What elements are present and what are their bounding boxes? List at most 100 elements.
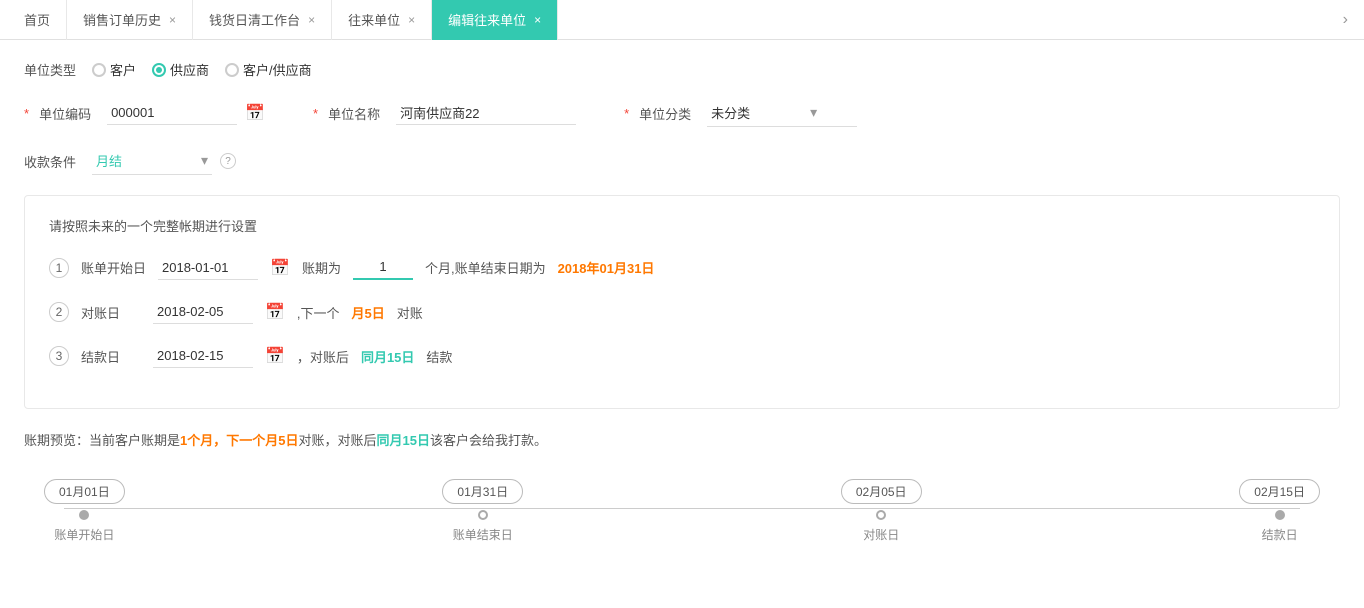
row1-suffix2: 个月,账单结束日期为 [425, 258, 546, 277]
payment-condition-label: 收款条件 [24, 152, 76, 171]
tab-home[interactable]: 首页 [8, 0, 67, 40]
row2-suffix: 对账 [397, 303, 423, 322]
unit-category-value: 未分类 [711, 103, 750, 122]
payment-date-input[interactable] [153, 344, 253, 368]
timeline-nodes: 01月01日 账单开始日 01月31日 账单结束日 02月05日 对账日 02月… [44, 479, 1320, 543]
radio-customer-label: 客户 [110, 60, 136, 79]
row-start-date: 1 账单开始日 📅 账期为 个月,账单结束日期为 2018年01月31日 [49, 255, 1315, 280]
start-date-input[interactable] [158, 256, 258, 280]
tab-partner-close[interactable]: × [408, 13, 415, 27]
payment-calendar-icon[interactable]: 📅 [265, 346, 285, 366]
tab-sales-order[interactable]: 销售订单历史 × [67, 0, 193, 40]
unit-category-group: * 单位分类 未分类 ▾ [624, 99, 857, 127]
radio-both-label: 客户/供应商 [243, 60, 312, 79]
help-icon[interactable]: ? [220, 153, 236, 169]
payment-day-highlight: 同月15日 [361, 347, 414, 366]
unit-code-group: * 单位编码 📅 [24, 101, 265, 125]
tl-label-start: 账单开始日 [54, 526, 114, 543]
tab-sales-close[interactable]: × [169, 13, 176, 27]
tab-home-label: 首页 [24, 10, 50, 29]
unit-info-row: * 单位编码 📅 * 单位名称 * 单位分类 未分类 ▾ [24, 99, 1340, 127]
end-date-highlight: 2018年01月31日 [558, 258, 655, 277]
row-payment-date: 3 结款日 📅 ，对账后 同月15日 结款 [49, 344, 1315, 368]
unit-category-select[interactable]: 未分类 ▾ [707, 99, 857, 127]
preview-prefix: 账期预览：当前客户账期是 [24, 433, 180, 448]
tab-cash-work[interactable]: 钱货日清工作台 × [193, 0, 332, 40]
radio-customer[interactable]: 客户 [92, 60, 136, 79]
tab-edit-close[interactable]: × [534, 13, 541, 27]
row-label-2: 对账日 [81, 303, 141, 322]
payment-condition-value: 月结 [96, 151, 201, 170]
row-reconcile-date: 2 对账日 📅 ,下一个 月5日 对账 [49, 300, 1315, 324]
unit-code-star: * [24, 106, 29, 121]
unit-name-star: * [313, 106, 318, 121]
unit-code-label: 单位编码 [39, 104, 91, 123]
reconcile-calendar-icon[interactable]: 📅 [265, 302, 285, 322]
radio-both[interactable]: 客户/供应商 [225, 60, 312, 79]
payment-condition-select[interactable]: 月结 ▾ [92, 147, 212, 175]
row-num-1: 1 [49, 258, 69, 278]
tl-dot-reconcile [876, 510, 886, 520]
tl-pill-start: 01月01日 [44, 479, 125, 504]
tab-sales-label: 销售订单历史 [83, 10, 161, 29]
reconcile-day-highlight: 月5日 [352, 303, 385, 322]
unit-category-label: 单位分类 [639, 104, 691, 123]
unit-name-group: * 单位名称 [313, 101, 576, 125]
row1-suffix1: 账期为 [302, 258, 341, 277]
radio-customer-circle [92, 63, 106, 77]
tab-cash-close[interactable]: × [308, 13, 315, 27]
radio-supplier[interactable]: 供应商 [152, 60, 209, 79]
radio-both-circle [225, 63, 239, 77]
main-content: 单位类型 客户 供应商 客户/供应商 * 单位编码 📅 * 单位名称 [0, 40, 1364, 608]
preview-text: 账期预览：当前客户账期是1个月，下一个月5日对账，对账后同月15日该客户会给我打… [24, 429, 1340, 452]
unit-code-input[interactable] [107, 101, 237, 125]
tab-edit-partner[interactable]: 编辑往来单位 × [432, 0, 558, 40]
radio-group: 客户 供应商 客户/供应商 [92, 60, 312, 79]
row-num-3: 3 [49, 346, 69, 366]
unit-category-star: * [624, 106, 629, 121]
tl-dot-end [478, 510, 488, 520]
preview-period: 1个月， [180, 433, 226, 448]
tl-pill-payment: 02月15日 [1239, 479, 1320, 504]
row3-prefix: ，对账后 [297, 347, 349, 366]
settings-panel: 请按照未来的一个完整帐期进行设置 1 账单开始日 📅 账期为 个月,账单结束日期… [24, 195, 1340, 409]
tl-pill-end: 01月31日 [442, 479, 523, 504]
unit-name-input[interactable] [396, 101, 576, 125]
unit-name-label: 单位名称 [328, 104, 380, 123]
tl-label-reconcile: 对账日 [863, 526, 899, 543]
preview-suffix: 该客户会给我打款。 [430, 433, 547, 448]
unit-category-dropdown-icon: ▾ [810, 104, 817, 121]
tl-node-payment: 02月15日 结款日 [1239, 479, 1320, 543]
tab-arrow-icon[interactable]: › [1335, 11, 1356, 29]
row-label-1: 账单开始日 [81, 258, 146, 277]
tab-cash-label: 钱货日清工作台 [209, 10, 300, 29]
tab-partner[interactable]: 往来单位 × [332, 0, 432, 40]
tl-label-end: 账单结束日 [453, 526, 513, 543]
period-input[interactable] [353, 255, 413, 280]
reconcile-date-input[interactable] [153, 300, 253, 324]
row-num-2: 2 [49, 302, 69, 322]
preview-middle: 对账，对账后 [298, 433, 376, 448]
timeline-container: 01月01日 账单开始日 01月31日 账单结束日 02月05日 对账日 02月… [44, 476, 1320, 546]
row2-prefix: ,下一个 [297, 303, 340, 322]
start-date-calendar-icon[interactable]: 📅 [270, 258, 290, 278]
tl-dot-start [79, 510, 89, 520]
tl-pill-reconcile: 02月05日 [841, 479, 922, 504]
payment-condition-dropdown-icon: ▾ [201, 152, 208, 169]
timeline-section: 01月01日 账单开始日 01月31日 账单结束日 02月05日 对账日 02月… [24, 476, 1340, 546]
radio-supplier-circle [152, 63, 166, 77]
tl-label-payment: 结款日 [1262, 526, 1298, 543]
tl-node-reconcile: 02月05日 对账日 [841, 479, 922, 543]
tl-node-start: 01月01日 账单开始日 [44, 479, 125, 543]
payment-condition-row: 收款条件 月结 ▾ ? [24, 147, 1340, 175]
tl-dot-payment [1275, 510, 1285, 520]
unit-type-row: 单位类型 客户 供应商 客户/供应商 [24, 60, 1340, 79]
radio-supplier-label: 供应商 [170, 60, 209, 79]
tl-node-end: 01月31日 账单结束日 [442, 479, 523, 543]
unit-code-icon[interactable]: 📅 [245, 103, 265, 123]
tab-partner-label: 往来单位 [348, 10, 400, 29]
panel-title: 请按照未来的一个完整帐期进行设置 [49, 216, 1315, 235]
row3-suffix: 结款 [426, 347, 452, 366]
tabs-bar: 首页 销售订单历史 × 钱货日清工作台 × 往来单位 × 编辑往来单位 × › [0, 0, 1364, 40]
preview-reconcile-day: 下一个月5日 [226, 433, 298, 448]
